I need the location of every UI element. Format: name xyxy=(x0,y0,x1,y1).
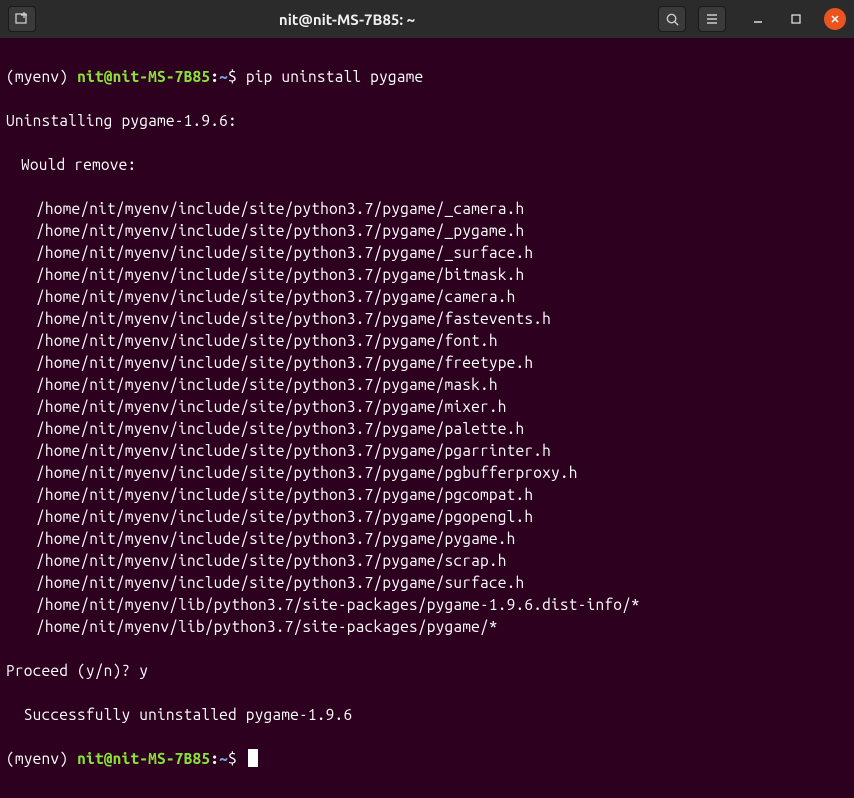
file-path-line: /home/nit/myenv/lib/python3.7/site-packa… xyxy=(6,594,848,616)
terminal-body[interactable]: (myenv) nit@nit-MS-7B85:~$ pip uninstall… xyxy=(0,38,854,798)
venv-label: (myenv) xyxy=(6,750,68,767)
minimize-icon xyxy=(752,13,764,25)
close-icon xyxy=(830,14,840,24)
close-button[interactable] xyxy=(824,8,846,30)
new-tab-icon xyxy=(14,11,30,27)
file-path-line: /home/nit/myenv/include/site/python3.7/p… xyxy=(6,396,848,418)
output-uninstalling: Uninstalling pygame-1.9.6: xyxy=(6,110,848,132)
minimize-button[interactable] xyxy=(748,9,768,29)
prompt-colon: : xyxy=(210,750,219,767)
proceed-answer: y xyxy=(139,662,148,679)
file-list: /home/nit/myenv/include/site/python3.7/p… xyxy=(6,198,848,638)
hamburger-icon xyxy=(705,12,719,26)
file-path-line: /home/nit/myenv/include/site/python3.7/p… xyxy=(6,264,848,286)
file-path-line: /home/nit/myenv/lib/python3.7/site-packa… xyxy=(6,616,848,638)
file-path-line: /home/nit/myenv/include/site/python3.7/p… xyxy=(6,550,848,572)
file-path-line: /home/nit/myenv/include/site/python3.7/p… xyxy=(6,352,848,374)
file-path-line: /home/nit/myenv/include/site/python3.7/p… xyxy=(6,286,848,308)
file-path-line: /home/nit/myenv/include/site/python3.7/p… xyxy=(6,440,848,462)
proceed-line: Proceed (y/n)? y xyxy=(6,660,848,682)
menu-button[interactable] xyxy=(698,6,726,32)
user-host: nit@nit-MS-7B85 xyxy=(77,750,210,767)
proceed-prompt: Proceed (y/n)? xyxy=(6,662,139,679)
prompt-path: ~ xyxy=(219,750,228,767)
window-title: nit@nit-MS-7B85: ~ xyxy=(36,11,658,28)
prompt-line-2: (myenv) nit@nit-MS-7B85:~$ xyxy=(6,748,848,770)
file-path-line: /home/nit/myenv/include/site/python3.7/p… xyxy=(6,242,848,264)
prompt-line-1: (myenv) nit@nit-MS-7B85:~$ pip uninstall… xyxy=(6,66,848,88)
file-path-line: /home/nit/myenv/include/site/python3.7/p… xyxy=(6,506,848,528)
file-path-line: /home/nit/myenv/include/site/python3.7/p… xyxy=(6,308,848,330)
prompt-path: ~ xyxy=(219,68,228,85)
command-text: pip uninstall pygame xyxy=(246,68,424,85)
titlebar-right xyxy=(658,6,846,32)
maximize-button[interactable] xyxy=(786,9,806,29)
file-path-line: /home/nit/myenv/include/site/python3.7/p… xyxy=(6,572,848,594)
search-icon xyxy=(665,12,680,27)
maximize-icon xyxy=(790,13,802,25)
search-button[interactable] xyxy=(658,6,686,32)
file-path-line: /home/nit/myenv/include/site/python3.7/p… xyxy=(6,484,848,506)
prompt-dollar: $ xyxy=(228,68,237,85)
user-host: nit@nit-MS-7B85 xyxy=(77,68,210,85)
file-path-line: /home/nit/myenv/include/site/python3.7/p… xyxy=(6,462,848,484)
titlebar: nit@nit-MS-7B85: ~ xyxy=(0,0,854,38)
window-controls xyxy=(748,8,846,30)
new-tab-button[interactable] xyxy=(8,6,36,32)
prompt-dollar: $ xyxy=(228,750,237,767)
venv-label: (myenv) xyxy=(6,68,68,85)
output-would-remove: Would remove: xyxy=(6,154,848,176)
file-path-line: /home/nit/myenv/include/site/python3.7/p… xyxy=(6,374,848,396)
file-path-line: /home/nit/myenv/include/site/python3.7/p… xyxy=(6,220,848,242)
file-path-line: /home/nit/myenv/include/site/python3.7/p… xyxy=(6,418,848,440)
prompt-colon: : xyxy=(210,68,219,85)
file-path-line: /home/nit/myenv/include/site/python3.7/p… xyxy=(6,528,848,550)
success-line: Successfully uninstalled pygame-1.9.6 xyxy=(6,704,848,726)
cursor xyxy=(248,749,258,767)
file-path-line: /home/nit/myenv/include/site/python3.7/p… xyxy=(6,330,848,352)
file-path-line: /home/nit/myenv/include/site/python3.7/p… xyxy=(6,198,848,220)
titlebar-left xyxy=(8,6,36,32)
